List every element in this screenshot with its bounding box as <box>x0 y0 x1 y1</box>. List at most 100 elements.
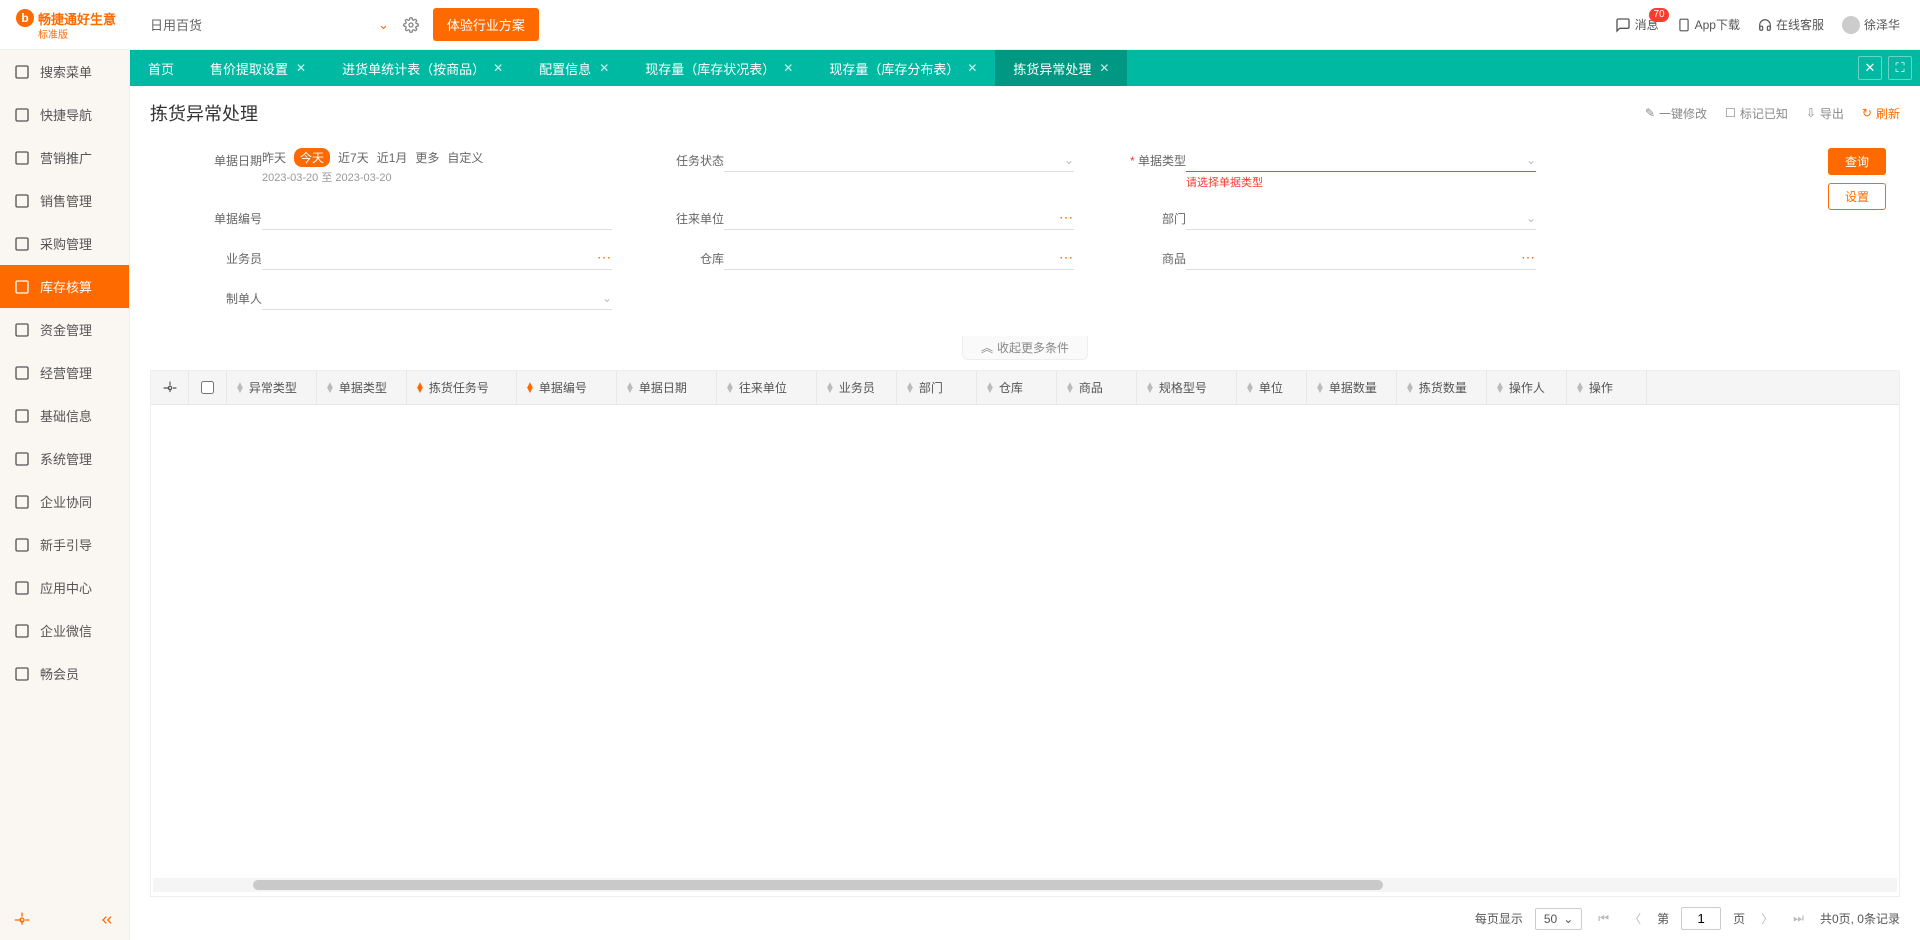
pager-next[interactable]: 〉 <box>1757 910 1777 927</box>
creator-select[interactable]: ⌄ <box>262 286 612 310</box>
sidebar-item-13[interactable]: 企业微信 <box>0 609 129 652</box>
col-2[interactable]: ▲▼拣货任务号 <box>407 371 517 404</box>
sidebar-item-0[interactable]: 搜索菜单 <box>0 50 129 93</box>
tab-3[interactable]: 配置信息✕ <box>521 50 627 86</box>
col-10[interactable]: ▲▼ 规格型号 <box>1137 371 1237 404</box>
col-6[interactable]: ▲▼业务员 <box>817 371 897 404</box>
gear-icon[interactable] <box>403 17 419 33</box>
dept-select[interactable]: ⌄ <box>1186 206 1536 230</box>
per-page-select[interactable]: 50 ⌄ <box>1535 908 1582 930</box>
collapse-sidebar-icon[interactable] <box>99 912 115 928</box>
col-3[interactable]: ▲▼单据编号 <box>517 371 617 404</box>
product-picker[interactable]: ⋯ <box>1186 246 1536 270</box>
user-menu[interactable]: 徐泽华 <box>1842 16 1900 34</box>
close-icon[interactable]: ✕ <box>967 61 977 75</box>
sidebar-item-10[interactable]: 企业协同 <box>0 480 129 523</box>
mark-read-action[interactable]: ☐ 标记已知 <box>1725 105 1788 122</box>
messages-link[interactable]: 消息 70 <box>1615 16 1659 33</box>
close-icon[interactable]: ✕ <box>296 61 306 75</box>
table-settings-col[interactable] <box>151 371 189 404</box>
sidebar-item-label: 采购管理 <box>40 234 92 253</box>
tab-label: 现存量（库存分布表） <box>829 59 959 78</box>
close-icon[interactable]: ✕ <box>599 61 609 75</box>
batch-edit-action[interactable]: ✎ 一键修改 <box>1645 105 1707 122</box>
date-opt-more[interactable]: 更多 <box>415 149 439 166</box>
tab-4[interactable]: 现存量（库存状况表）✕ <box>627 50 811 86</box>
field-doc-type: 单据类型 ⌄ 请选择单据类型 <box>1114 148 1536 190</box>
date-opt-1m[interactable]: 近1月 <box>377 149 408 166</box>
col-11[interactable]: ▲▼单位 <box>1237 371 1307 404</box>
date-opt-7d[interactable]: 近7天 <box>338 149 369 166</box>
col-1[interactable]: ▲▼单据类型 <box>317 371 407 404</box>
sidebar-item-11[interactable]: 新手引导 <box>0 523 129 566</box>
salesman-picker[interactable]: ⋯ <box>262 246 612 270</box>
col-8[interactable]: ▲▼仓库 <box>977 371 1057 404</box>
query-button[interactable]: 查询 <box>1828 148 1886 175</box>
pager-first[interactable]: ⏮ <box>1594 911 1613 926</box>
col-13[interactable]: ▲▼拣货数量 <box>1397 371 1487 404</box>
sidebar-icon <box>14 623 30 639</box>
sidebar-icon <box>14 107 30 123</box>
refresh-action[interactable]: ↻ 刷新 <box>1862 105 1900 122</box>
col-4[interactable]: ▲▼单据日期 <box>617 371 717 404</box>
warehouse-picker[interactable]: ⋯ <box>724 246 1074 270</box>
doc-type-select[interactable]: ⌄ <box>1186 148 1536 172</box>
sidebar-item-2[interactable]: 营销推广 <box>0 136 129 179</box>
col-0[interactable]: ▲▼异常类型 <box>227 371 317 404</box>
tab-0[interactable]: 首页 <box>130 50 192 86</box>
sidebar-item-12[interactable]: 应用中心 <box>0 566 129 609</box>
close-icon[interactable]: ✕ <box>1099 61 1109 75</box>
col-15[interactable]: ▲▼操作 <box>1567 371 1647 404</box>
settings-icon[interactable] <box>14 912 30 928</box>
sidebar-item-9[interactable]: 系统管理 <box>0 437 129 480</box>
sidebar-item-14[interactable]: 畅会员 <box>0 652 129 695</box>
scroll-thumb[interactable] <box>253 880 1383 890</box>
close-icon[interactable]: ✕ <box>783 61 793 75</box>
col-9[interactable]: ▲▼商品 <box>1057 371 1137 404</box>
shop-selector[interactable]: 日用百货 ⌄ <box>150 15 389 34</box>
doc-no-input[interactable] <box>262 206 612 230</box>
tab-5[interactable]: 现存量（库存分布表） ✕ <box>811 50 995 86</box>
task-status-select[interactable]: ⌄ <box>724 148 1074 172</box>
tab-6[interactable]: 拣货异常处理✕ <box>995 50 1127 86</box>
date-opt-today[interactable]: 今天 <box>294 148 330 167</box>
pager-last[interactable]: ⏭ <box>1789 911 1808 926</box>
sidebar-item-6[interactable]: 资金管理 <box>0 308 129 351</box>
col-7[interactable]: ▲▼部门 <box>897 371 977 404</box>
sidebar-item-1[interactable]: 快捷导航 <box>0 93 129 136</box>
pager-prev[interactable]: 〈 <box>1625 910 1645 927</box>
sort-icon: ▲▼ <box>625 383 635 393</box>
date-opt-yesterday[interactable]: 昨天 <box>262 149 286 166</box>
col-5[interactable]: ▲▼往来单位 <box>717 371 817 404</box>
sort-icon: ▲▼ <box>1145 383 1155 393</box>
export-action[interactable]: ⇩ 导出 <box>1806 105 1844 122</box>
col-14[interactable]: ▲▼操作人 <box>1487 371 1567 404</box>
fullscreen-icon[interactable]: ⛶ <box>1888 56 1912 80</box>
partner-picker[interactable]: ⋯ <box>724 206 1074 230</box>
collapse-filters-toggle[interactable]: ︽收起更多条件 <box>150 332 1900 364</box>
sidebar-item-3[interactable]: 销售管理 <box>0 179 129 222</box>
horizontal-scrollbar[interactable] <box>153 878 1897 892</box>
tab-1[interactable]: 售价提取设置✕ <box>192 50 324 86</box>
sidebar-item-4[interactable]: 采购管理 <box>0 222 129 265</box>
col-label: 单据编号 <box>539 379 587 396</box>
tab-2[interactable]: 进货单统计表（按商品）✕ <box>324 50 521 86</box>
sidebar-item-8[interactable]: 基础信息 <box>0 394 129 437</box>
try-industry-button[interactable]: 体验行业方案 <box>433 8 539 41</box>
col-label: 规格型号 <box>1159 379 1207 396</box>
close-icon[interactable]: ✕ <box>493 61 503 75</box>
setting-button[interactable]: 设置 <box>1828 183 1886 210</box>
select-all-checkbox[interactable] <box>201 381 214 394</box>
sidebar-item-label: 企业协同 <box>40 492 92 511</box>
date-opt-custom[interactable]: 自定义 <box>447 149 483 166</box>
col-12[interactable]: ▲▼单据数量 <box>1307 371 1397 404</box>
sidebar-item-7[interactable]: 经营管理 <box>0 351 129 394</box>
sidebar-item-5[interactable]: 库存核算 <box>0 265 129 308</box>
page-input[interactable] <box>1681 907 1721 930</box>
select-all-col[interactable] <box>189 371 227 404</box>
online-service-link[interactable]: 在线客服 <box>1758 16 1824 33</box>
sidebar-icon <box>14 150 30 166</box>
app-download-link[interactable]: App下载 <box>1677 16 1740 33</box>
close-all-tabs-icon[interactable]: ✕ <box>1858 56 1882 80</box>
sidebar-icon <box>14 408 30 424</box>
